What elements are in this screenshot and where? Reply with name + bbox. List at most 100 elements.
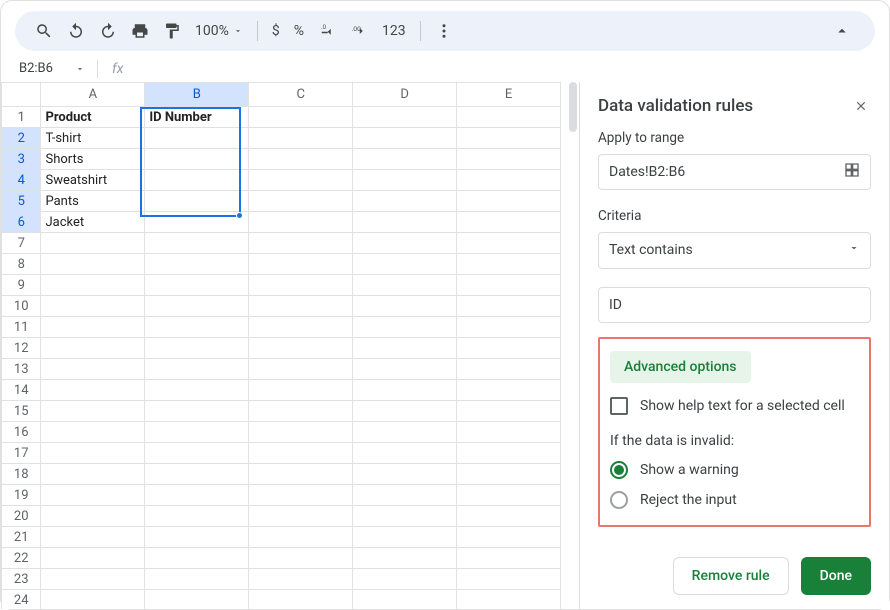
- cell[interactable]: [353, 296, 457, 317]
- cell[interactable]: [457, 338, 561, 359]
- cell[interactable]: [353, 527, 457, 548]
- cell[interactable]: [41, 359, 145, 380]
- cell[interactable]: [249, 401, 353, 422]
- cell[interactable]: [249, 191, 353, 212]
- cell[interactable]: [353, 317, 457, 338]
- cell[interactable]: [145, 359, 249, 380]
- format-number-auto[interactable]: 123: [376, 23, 412, 39]
- row-header[interactable]: 17: [2, 443, 41, 464]
- cell[interactable]: [353, 359, 457, 380]
- cell[interactable]: [457, 275, 561, 296]
- row-header[interactable]: 21: [2, 527, 41, 548]
- scrollbar-vertical[interactable]: [569, 82, 577, 132]
- cell[interactable]: [457, 254, 561, 275]
- invalid-option-reject[interactable]: Reject the input: [610, 491, 859, 509]
- print-icon[interactable]: [125, 17, 155, 45]
- cell[interactable]: [249, 443, 353, 464]
- cell[interactable]: [249, 296, 353, 317]
- col-header[interactable]: E: [457, 83, 561, 107]
- more-vert-icon[interactable]: [429, 17, 459, 45]
- cell[interactable]: [249, 548, 353, 569]
- select-all-corner[interactable]: [2, 83, 41, 107]
- cell[interactable]: [249, 380, 353, 401]
- row-header[interactable]: 19: [2, 485, 41, 506]
- undo-icon[interactable]: [61, 17, 91, 45]
- cell[interactable]: [145, 590, 249, 610]
- cell[interactable]: [41, 464, 145, 485]
- col-header[interactable]: C: [249, 83, 353, 107]
- cell[interactable]: Shorts: [41, 149, 145, 170]
- cell[interactable]: [145, 401, 249, 422]
- criteria-text-input[interactable]: ID: [598, 287, 871, 323]
- cell[interactable]: [353, 569, 457, 590]
- cell[interactable]: Pants: [41, 191, 145, 212]
- row-header[interactable]: 3: [2, 149, 41, 170]
- cell[interactable]: Sweatshirt: [41, 170, 145, 191]
- cell[interactable]: [353, 464, 457, 485]
- advanced-options-toggle[interactable]: Advanced options: [610, 351, 751, 383]
- cell[interactable]: [249, 506, 353, 527]
- row-header[interactable]: 23: [2, 569, 41, 590]
- row-header[interactable]: 18: [2, 464, 41, 485]
- row-header[interactable]: 8: [2, 254, 41, 275]
- cell[interactable]: [145, 548, 249, 569]
- cell[interactable]: [41, 527, 145, 548]
- cell[interactable]: [41, 401, 145, 422]
- cell[interactable]: [41, 380, 145, 401]
- cell[interactable]: [145, 527, 249, 548]
- cell[interactable]: [41, 422, 145, 443]
- cell[interactable]: [457, 317, 561, 338]
- select-range-icon[interactable]: [844, 162, 860, 182]
- cell[interactable]: [457, 569, 561, 590]
- cell[interactable]: [457, 191, 561, 212]
- cell[interactable]: [353, 233, 457, 254]
- cell[interactable]: [457, 107, 561, 128]
- close-panel-button[interactable]: [851, 96, 871, 116]
- spreadsheet-grid[interactable]: A B C D E 1ProductID Number2T-shirt3Shor…: [1, 82, 579, 609]
- cell[interactable]: [353, 506, 457, 527]
- cell[interactable]: [457, 527, 561, 548]
- cell[interactable]: [41, 506, 145, 527]
- cell[interactable]: [353, 338, 457, 359]
- cell[interactable]: [249, 590, 353, 610]
- collapse-toolbar-icon[interactable]: [827, 17, 857, 45]
- cell[interactable]: [145, 275, 249, 296]
- cell[interactable]: [353, 191, 457, 212]
- row-header[interactable]: 1: [2, 107, 41, 128]
- cell[interactable]: [249, 212, 353, 233]
- row-header[interactable]: 14: [2, 380, 41, 401]
- cell[interactable]: [249, 233, 353, 254]
- cell[interactable]: [41, 317, 145, 338]
- cell[interactable]: [457, 548, 561, 569]
- cell[interactable]: [145, 485, 249, 506]
- cell[interactable]: [145, 233, 249, 254]
- row-header[interactable]: 6: [2, 212, 41, 233]
- name-box[interactable]: B2:B6: [15, 59, 89, 78]
- cell[interactable]: [41, 590, 145, 610]
- row-header[interactable]: 16: [2, 422, 41, 443]
- cell[interactable]: [41, 233, 145, 254]
- cell[interactable]: [41, 569, 145, 590]
- cell[interactable]: [457, 296, 561, 317]
- cell[interactable]: [353, 107, 457, 128]
- cell[interactable]: [353, 380, 457, 401]
- cell[interactable]: [249, 107, 353, 128]
- cell[interactable]: [457, 422, 561, 443]
- cell[interactable]: [145, 443, 249, 464]
- row-header[interactable]: 2: [2, 128, 41, 149]
- cell[interactable]: [457, 590, 561, 610]
- cell[interactable]: [145, 380, 249, 401]
- cell[interactable]: [145, 317, 249, 338]
- cell[interactable]: [145, 569, 249, 590]
- cell[interactable]: [353, 275, 457, 296]
- redo-icon[interactable]: [93, 17, 123, 45]
- row-header[interactable]: 13: [2, 359, 41, 380]
- col-header[interactable]: B: [145, 83, 249, 107]
- cell[interactable]: ID Number: [145, 107, 249, 128]
- cell[interactable]: [457, 443, 561, 464]
- cell[interactable]: [249, 149, 353, 170]
- cell[interactable]: [457, 359, 561, 380]
- row-header[interactable]: 15: [2, 401, 41, 422]
- cell[interactable]: [457, 380, 561, 401]
- show-help-text-checkbox[interactable]: Show help text for a selected cell: [610, 397, 859, 415]
